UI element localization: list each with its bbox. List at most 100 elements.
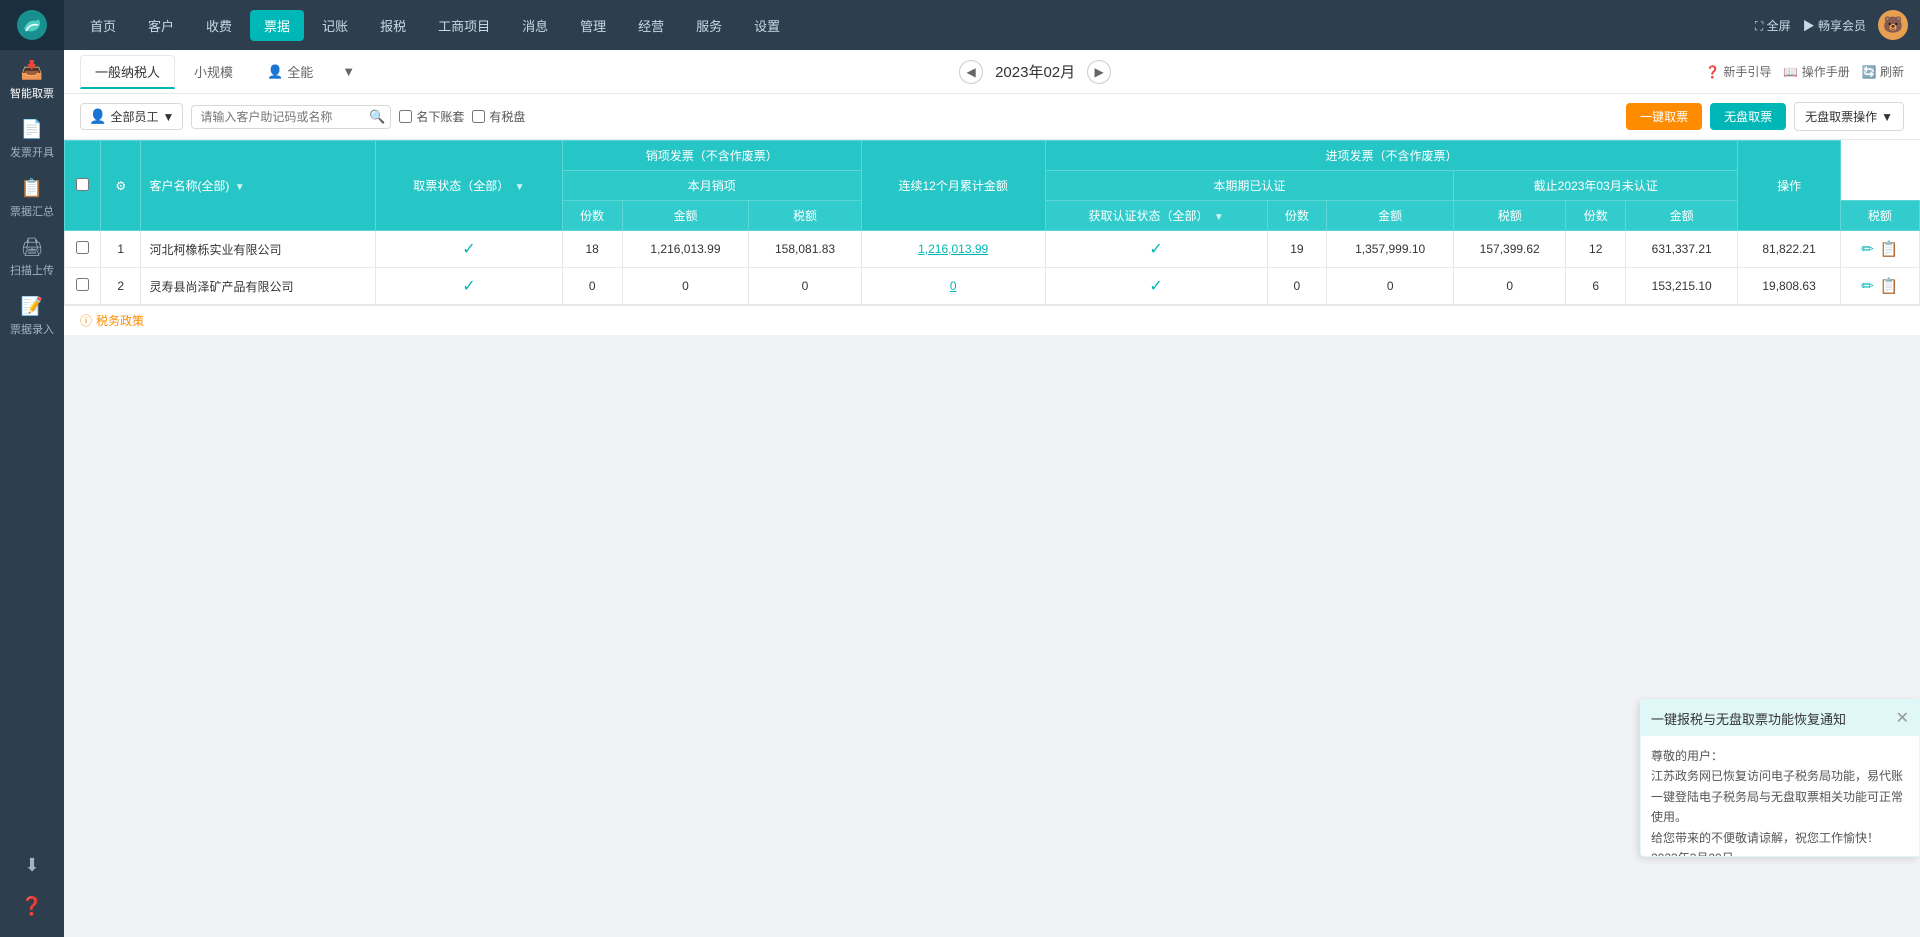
member-btn[interactable]: ▶ 畅享会员 (1803, 17, 1866, 34)
detail-icon-1[interactable]: 📋 (1880, 277, 1899, 295)
row-purchase-amount-0: 1,357,999.10 (1327, 231, 1454, 268)
fullscreen-btn[interactable]: ⛶ 全屏 (1755, 17, 1791, 34)
row-purchase-tax-1: 0 (1454, 268, 1566, 305)
th-this-period: 本期期已认证 (1045, 171, 1453, 201)
detail-icon-0[interactable]: 📋 (1880, 240, 1899, 258)
name-filter-icon: ▼ (235, 182, 245, 193)
notif-header: 一键报税与无盘取票功能恢复通知 ✕ (1641, 700, 1919, 736)
edit-icon-0[interactable]: ✏ (1861, 240, 1874, 258)
main-table: ⚙ 客户名称(全部) ▼ 取票状态（全部） ▼ 销项发票（不含作废票） 连续12… (64, 140, 1920, 305)
no-disk-fetch-btn[interactable]: 无盘取票 (1710, 103, 1786, 130)
sidebar-item-invoice-summary[interactable]: 📋 票据汇总 (0, 168, 64, 227)
th-sales-count: 份数 (562, 201, 622, 231)
sidebar-item-label: 发票开具 (10, 144, 54, 160)
sub-accounts-checkbox[interactable]: 名下账套 (399, 108, 464, 125)
select-all-checkbox[interactable] (76, 178, 89, 191)
th-sales-amount: 金额 (622, 201, 749, 231)
edit-icon-1[interactable]: ✏ (1861, 277, 1874, 295)
row-sales-count-1: 0 (562, 268, 622, 305)
tab-dropdown[interactable]: ▼ (332, 58, 365, 85)
topnav-item-settings[interactable]: 设置 (740, 10, 794, 41)
th-verify-status[interactable]: 获取认证状态（全部） ▼ (1045, 201, 1267, 231)
employee-filter[interactable]: 👤 全部员工 ▼ (80, 103, 183, 130)
footer-text[interactable]: 税务政策 (96, 312, 144, 329)
tabbar: 一般纳税人 小规模 👤 全能 ▼ ◀ 2023年02月 ▶ ❓ 新手引导 📖 操… (64, 50, 1920, 94)
sidebar-item-smart-fetch[interactable]: 📥 智能取票 (0, 50, 64, 109)
th-purchase-count: 份数 (1267, 201, 1327, 231)
footer[interactable]: ⓘ 税务政策 (64, 305, 1920, 335)
row-12m-amount-1[interactable]: 0 (861, 268, 1045, 305)
topnav-item-admin[interactable]: 管理 (566, 10, 620, 41)
tab-small[interactable]: 小规模 (179, 55, 248, 88)
tab-all[interactable]: 👤 全能 (252, 55, 328, 88)
one-click-fetch-btn[interactable]: 一键取票 (1626, 103, 1702, 130)
newbie-guide-btn[interactable]: ❓ 新手引导 (1705, 63, 1771, 80)
all-icon: 👤 (267, 64, 283, 80)
row-fetch-status-1: ✓ (375, 268, 562, 305)
scan-upload-icon: 🖨 (21, 237, 44, 258)
search-input[interactable] (191, 105, 391, 129)
verify-filter-icon: ▼ (1214, 212, 1224, 223)
th-deadline-tax: 税额 (1840, 201, 1919, 231)
sub-accounts-check[interactable] (399, 110, 412, 123)
th-purchase-tax: 税额 (1454, 201, 1566, 231)
th-customer-name[interactable]: 客户名称(全部) ▼ (141, 141, 376, 231)
row-sales-tax-0: 158,081.83 (749, 231, 861, 268)
sidebar-logo[interactable] (0, 0, 64, 50)
th-sales-header: 销项发票（不含作废票） (562, 141, 861, 171)
more-operations-btn[interactable]: 无盘取票操作 ▼ (1794, 102, 1904, 131)
refresh-btn[interactable]: 🔄 刷新 (1862, 63, 1904, 80)
row-deadline-count-0: 12 (1566, 231, 1626, 268)
sidebar-item-label: 扫描上传 (10, 262, 54, 278)
avatar[interactable]: 🐻 (1878, 10, 1908, 40)
th-action: 操作 (1738, 141, 1841, 231)
row-no-1: 2 (101, 268, 141, 305)
sidebar-item-issue-invoice[interactable]: 📄 发票开具 (0, 109, 64, 168)
topnav-item-service[interactable]: 服务 (682, 10, 736, 41)
invoice-summary-icon: 📋 (21, 178, 43, 199)
row-sales-tax-1: 0 (749, 268, 861, 305)
fetch-status-icon-0: ✓ (462, 241, 475, 258)
fetch-filter-icon: ▼ (515, 182, 525, 193)
notif-body-scroll[interactable]: 尊敬的用户： 江苏政务网已恢复访问电子税务局功能，易代账一键登陆电子税务局与无盘… (1641, 736, 1919, 856)
sidebar-item-invoice-entry[interactable]: 📝 票据录入 (0, 286, 64, 345)
th-settings[interactable]: ⚙ (101, 141, 141, 231)
row-actions-0: ✏ 📋 (1840, 231, 1919, 268)
row-name-0: 河北柯橡栎实业有限公司 (141, 231, 376, 268)
topnav-item-tax[interactable]: 报税 (366, 10, 420, 41)
tax-disk-check[interactable] (472, 110, 485, 123)
next-month-btn[interactable]: ▶ (1087, 60, 1111, 84)
smart-fetch-icon: 📥 (21, 60, 43, 81)
sidebar-item-download[interactable]: ⬇ (0, 847, 64, 884)
th-checkbox[interactable] (65, 141, 101, 231)
sidebar-item-scan-upload[interactable]: 🖨 扫描上传 (0, 227, 64, 286)
topnav-item-home[interactable]: 首页 (76, 10, 130, 41)
row-sales-amount-1: 0 (622, 268, 749, 305)
sidebar-item-label: 票据录入 (10, 321, 54, 337)
row-checkbox-0[interactable] (65, 231, 101, 268)
tab-general[interactable]: 一般纳税人 (80, 55, 175, 89)
prev-month-btn[interactable]: ◀ (959, 60, 983, 84)
row-deadline-amount-1: 153,215.10 (1626, 268, 1738, 305)
manual-btn[interactable]: 📖 操作手册 (1783, 63, 1849, 80)
topnav-item-message[interactable]: 消息 (508, 10, 562, 41)
topnav-item-invoice[interactable]: 票据 (250, 10, 304, 41)
topnav-item-customer[interactable]: 客户 (134, 10, 188, 41)
table-wrap: ⚙ 客户名称(全部) ▼ 取票状态（全部） ▼ 销项发票（不含作废票） 连续12… (64, 140, 1920, 305)
tax-disk-checkbox[interactable]: 有税盘 (472, 108, 525, 125)
th-fetch-status[interactable]: 取票状态（全部） ▼ (375, 141, 562, 231)
topnav-item-billing[interactable]: 收费 (192, 10, 246, 41)
topnav-item-business[interactable]: 工商项目 (424, 10, 504, 41)
topnav-item-operations[interactable]: 经营 (624, 10, 678, 41)
toolbar-right: 一键取票 无盘取票 无盘取票操作 ▼ (1626, 102, 1904, 131)
topnav-item-bookkeeping[interactable]: 记账 (308, 10, 362, 41)
search-icon[interactable]: 🔍 (369, 109, 385, 125)
row-12m-amount-0[interactable]: 1,216,013.99 (861, 231, 1045, 268)
notif-title: 一键报税与无盘取票功能恢复通知 (1651, 709, 1846, 728)
dropdown-chevron-icon: ▼ (342, 64, 355, 79)
row-checkbox-1[interactable] (65, 268, 101, 305)
sidebar: 📥 智能取票 📄 发票开具 📋 票据汇总 🖨 扫描上传 📝 票据录入 ⬇ ❓ (0, 0, 64, 937)
topnav: 首页 客户 收费 票据 记账 报税 工商项目 消息 管理 经营 服务 设置 ⛶ … (64, 0, 1920, 50)
sidebar-item-help[interactable]: ❓ (0, 888, 64, 925)
notif-close-btn[interactable]: ✕ (1896, 708, 1909, 728)
